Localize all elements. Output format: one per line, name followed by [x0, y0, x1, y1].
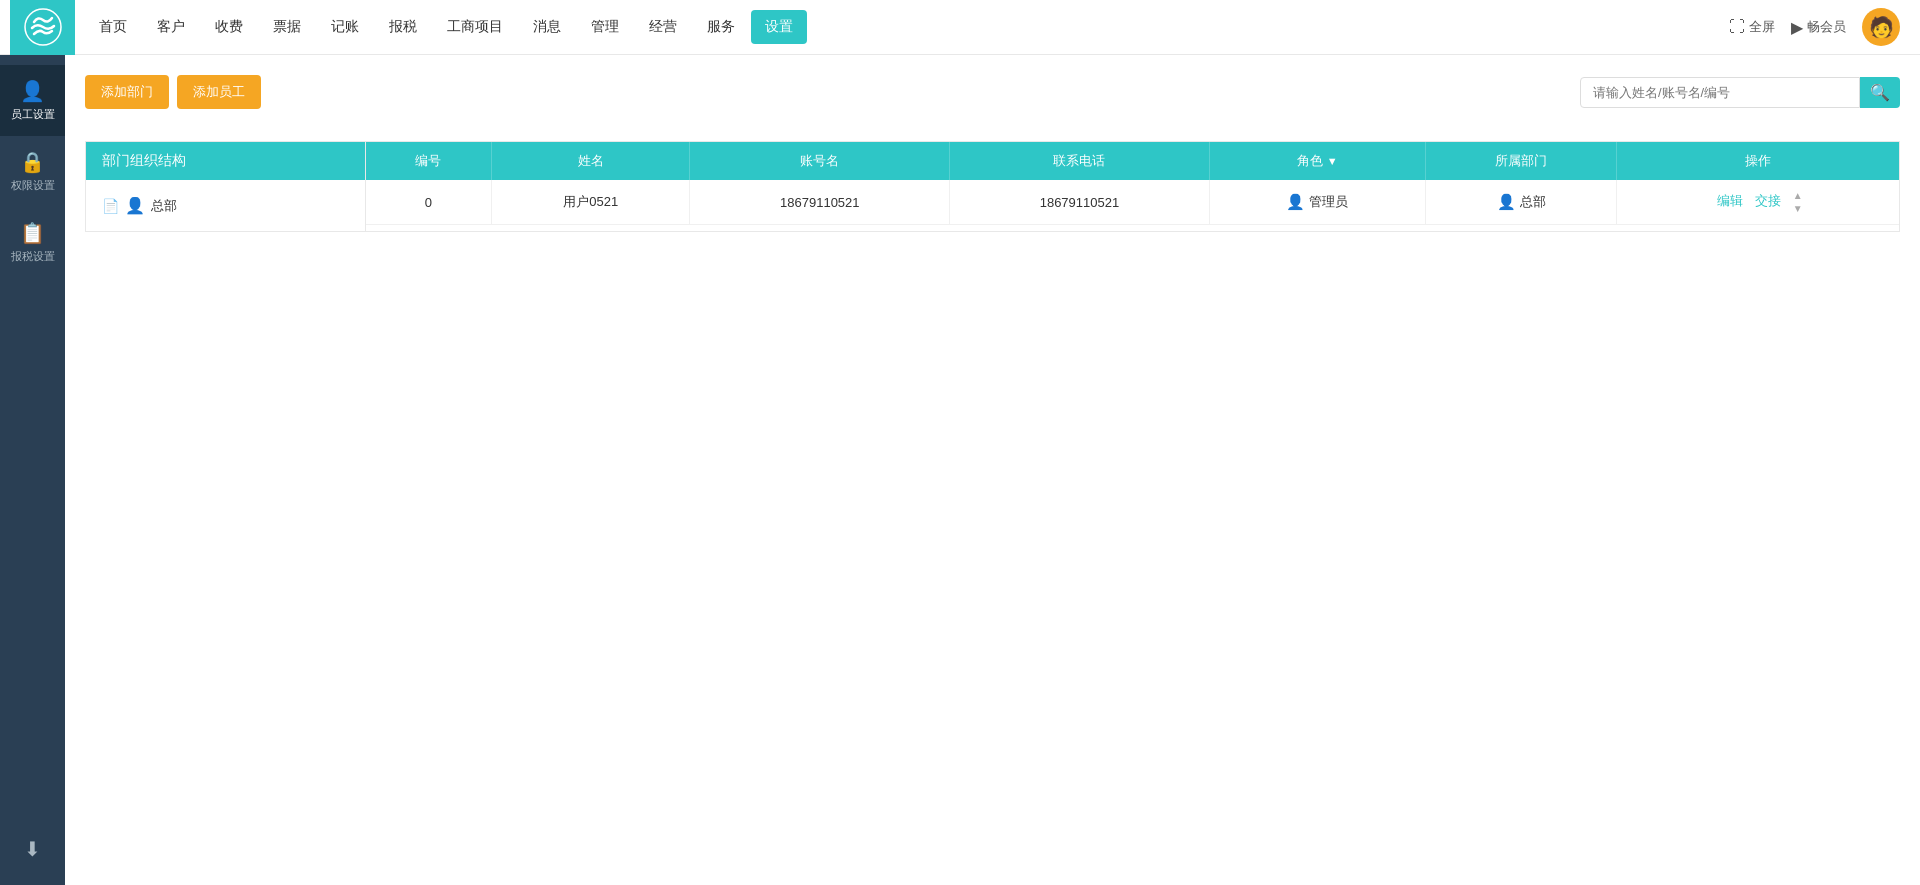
tax-settings-icon: 📋	[20, 221, 45, 245]
main-layout: 👤 员工设置 🔒 权限设置 📋 报税设置 ⬇ 添加部门 添加员工	[0, 55, 1920, 885]
nav-tax[interactable]: 报税	[375, 10, 431, 44]
search-area: 🔍	[1580, 77, 1900, 108]
nav-service[interactable]: 服务	[693, 10, 749, 44]
cell-id: 0	[366, 180, 491, 225]
nav-settings[interactable]: 设置	[751, 10, 807, 44]
org-node-headquarters[interactable]: 📄 👤 总部	[94, 188, 357, 223]
nav-message[interactable]: 消息	[519, 10, 575, 44]
handover-link[interactable]: 交接	[1755, 193, 1781, 208]
org-panel: 部门组织结构 📄 👤 总部	[86, 142, 366, 231]
split-layout: 部门组织结构 📄 👤 总部 编号 姓名 账号名	[85, 141, 1900, 232]
nav-home[interactable]: 首页	[85, 10, 141, 44]
file-icon: 📄	[102, 198, 119, 214]
nav-business[interactable]: 工商项目	[433, 10, 517, 44]
cell-action: 编辑 交接 ▲ ▼	[1617, 180, 1899, 225]
col-header-name: 姓名	[491, 142, 690, 180]
member-icon: ▶	[1791, 18, 1803, 37]
fullscreen-label: 全屏	[1749, 18, 1775, 36]
nav-right-area: ⛶ 全屏 ▶ 畅会员 🧑	[1729, 8, 1910, 46]
scroll-down-btn[interactable]: ▼	[1793, 203, 1803, 214]
edit-link[interactable]: 编辑	[1717, 193, 1743, 208]
top-bar: 添加部门 添加员工 🔍	[85, 75, 1900, 125]
add-employee-button[interactable]: 添加员工	[177, 75, 261, 109]
cell-role: 👤 管理员	[1209, 180, 1425, 225]
search-icon: 🔍	[1870, 84, 1890, 101]
table-header: 编号 姓名 账号名 联系电话 角色 ▼ 所属部门 操作	[366, 142, 1899, 180]
col-header-account: 账号名	[690, 142, 950, 180]
sidebar-label-employee: 员工设置	[11, 107, 55, 122]
avatar[interactable]: 🧑	[1862, 8, 1900, 46]
org-user-icon: 👤	[125, 196, 145, 215]
fullscreen-button[interactable]: ⛶ 全屏	[1729, 18, 1775, 36]
col-header-dept: 所属部门	[1425, 142, 1616, 180]
col-header-id: 编号	[366, 142, 491, 180]
col-header-action: 操作	[1617, 142, 1899, 180]
col-header-role[interactable]: 角色 ▼	[1209, 142, 1425, 180]
col-header-phone: 联系电话	[950, 142, 1210, 180]
nav-billing[interactable]: 收费	[201, 10, 257, 44]
org-panel-title: 部门组织结构	[86, 142, 365, 180]
nav-accounting[interactable]: 记账	[317, 10, 373, 44]
member-label: 畅会员	[1807, 18, 1846, 36]
cell-name: 用户0521	[491, 180, 690, 225]
member-button[interactable]: ▶ 畅会员	[1791, 18, 1846, 37]
sidebar-download-button[interactable]: ⬇	[24, 823, 41, 875]
sidebar-item-employee[interactable]: 👤 员工设置	[0, 65, 65, 136]
nav-operation[interactable]: 经营	[635, 10, 691, 44]
sidebar: 👤 员工设置 🔒 权限设置 📋 报税设置 ⬇	[0, 55, 65, 885]
top-navigation: 首页 客户 收费 票据 记账 报税 工商项目 消息 管理 经营 服务 设置 ⛶ …	[0, 0, 1920, 55]
cell-account: 18679110521	[690, 180, 950, 225]
employee-icon: 👤	[20, 79, 45, 103]
nav-invoice[interactable]: 票据	[259, 10, 315, 44]
sidebar-label-tax-settings: 报税设置	[11, 249, 55, 264]
download-icon: ⬇	[24, 837, 41, 861]
search-input[interactable]	[1580, 77, 1860, 108]
fullscreen-icon: ⛶	[1729, 18, 1745, 36]
dept-user-icon: 👤	[1497, 193, 1516, 211]
add-dept-button[interactable]: 添加部门	[85, 75, 169, 109]
lock-icon: 🔒	[20, 150, 45, 174]
sidebar-bottom: ⬇	[24, 823, 41, 885]
logo	[10, 0, 75, 55]
main-content: 添加部门 添加员工 🔍 部门组织结构 📄 👤 总部	[65, 55, 1920, 885]
org-tree: 📄 👤 总部	[86, 180, 365, 231]
role-value: 管理员	[1309, 193, 1348, 211]
role-user-icon: 👤	[1286, 193, 1305, 211]
nav-menu: 首页 客户 收费 票据 记账 报税 工商项目 消息 管理 经营 服务 设置	[75, 10, 1729, 44]
role-filter-icon[interactable]: ▼	[1327, 155, 1338, 167]
table-panel: 编号 姓名 账号名 联系电话 角色 ▼ 所属部门 操作	[366, 142, 1899, 231]
sidebar-item-tax-settings[interactable]: 📋 报税设置	[0, 207, 65, 278]
org-node-label: 总部	[151, 197, 177, 215]
cell-dept: 👤 总部	[1425, 180, 1616, 225]
table-row: 0 用户0521 18679110521 18679110521 👤 管理员	[366, 180, 1899, 225]
employee-table: 编号 姓名 账号名 联系电话 角色 ▼ 所属部门 操作	[366, 142, 1899, 225]
sidebar-label-permission: 权限设置	[11, 178, 55, 193]
avatar-icon: 🧑	[1869, 15, 1894, 39]
nav-management[interactable]: 管理	[577, 10, 633, 44]
sidebar-item-permission[interactable]: 🔒 权限设置	[0, 136, 65, 207]
cell-phone: 18679110521	[950, 180, 1210, 225]
search-button[interactable]: 🔍	[1860, 77, 1900, 108]
action-bar: 添加部门 添加员工	[85, 75, 261, 109]
scroll-up-btn[interactable]: ▲	[1793, 190, 1803, 201]
dept-value: 总部	[1520, 193, 1546, 211]
nav-client[interactable]: 客户	[143, 10, 199, 44]
role-label: 角色	[1297, 153, 1323, 168]
table-body: 0 用户0521 18679110521 18679110521 👤 管理员	[366, 180, 1899, 225]
